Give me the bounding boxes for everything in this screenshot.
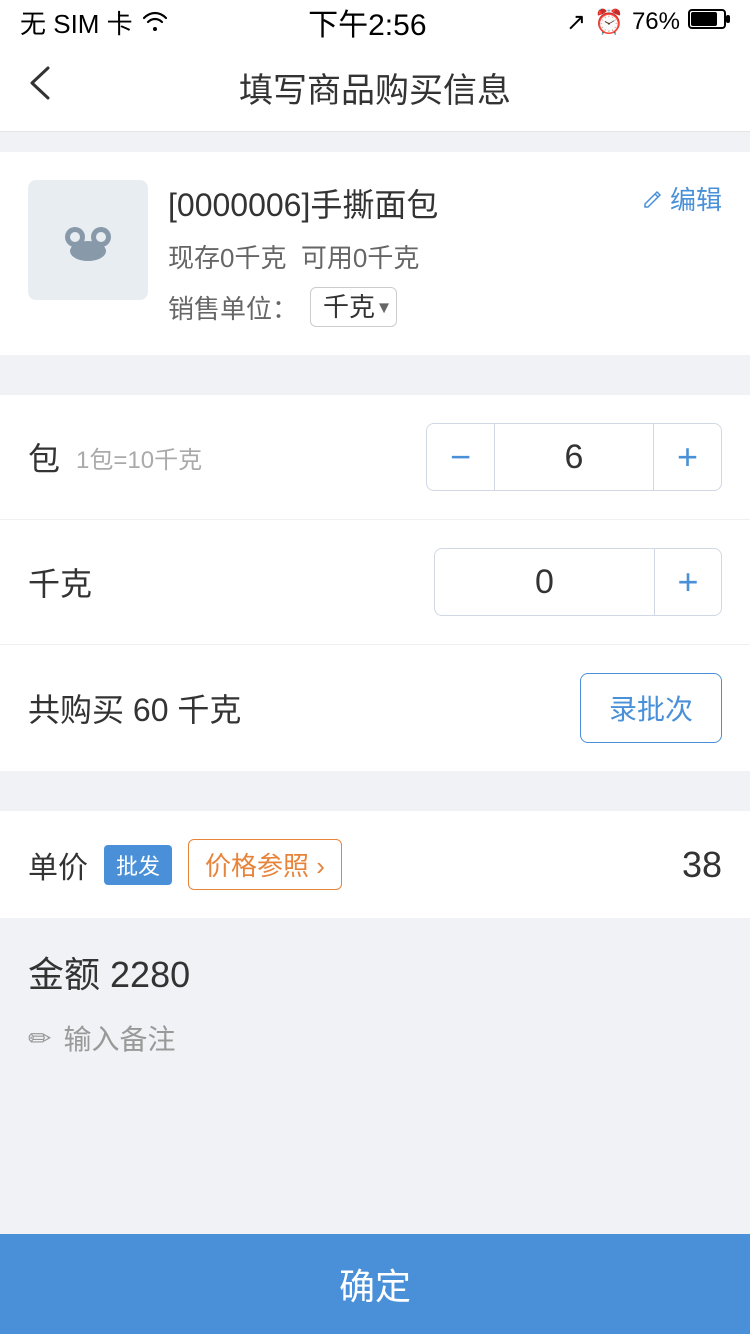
price-ref-button[interactable]: 价格参照 ›	[188, 839, 342, 890]
price-section: 单价 批发 价格参照 › 38	[0, 811, 750, 918]
total-row: 共购买 60 千克 录批次	[0, 645, 750, 771]
separator-1	[0, 355, 750, 375]
wifi-icon	[141, 7, 169, 38]
total-quantity: 60	[133, 692, 169, 728]
separator-2	[0, 771, 750, 791]
sim-label: 无 SIM 卡	[20, 4, 133, 41]
confirm-bar[interactable]: 确定	[0, 1234, 750, 1334]
quantity-row-kg: 千克 +	[0, 520, 750, 645]
amount-row: 金额 2280	[28, 946, 722, 998]
amount-section: 金额 2280 ✏ 输入备注	[0, 918, 750, 1086]
quantity-section: 包 1包=10千克 − + 千克 + 共购买 60 千克 录批次	[0, 395, 750, 771]
kg-label: 千克	[28, 559, 92, 605]
battery-icon	[688, 8, 730, 37]
total-label: 共购买 60 千克	[28, 685, 241, 731]
bao-quantity-input[interactable]	[494, 423, 654, 491]
product-unit-row: 销售单位： 千克	[168, 287, 722, 327]
price-row: 单价 批发 价格参照 › 38	[28, 839, 722, 890]
battery-label: 76%	[632, 8, 680, 36]
product-name: [0000006]手撕面包	[168, 180, 722, 226]
status-time: 下午2:56	[308, 0, 426, 44]
status-right: ↗ ⏰ 76%	[566, 8, 730, 37]
alarm-icon: ⏰	[594, 8, 624, 37]
product-stock: 现存0千克 可用0千克	[168, 238, 722, 275]
price-label: 单价	[28, 843, 88, 887]
back-button[interactable]	[28, 64, 52, 111]
price-tag: 批发	[104, 845, 172, 885]
bao-hint: 1包=10千克	[76, 440, 202, 475]
product-info: [0000006]手撕面包 现存0千克 可用0千克 销售单位： 千克	[168, 180, 722, 327]
status-left: 无 SIM 卡	[20, 4, 169, 41]
product-image	[28, 180, 148, 300]
note-icon: ✏	[28, 1022, 51, 1055]
bao-quantity-control: − +	[426, 423, 722, 491]
price-value: 38	[682, 844, 722, 886]
nav-bar: 填写商品购买信息	[0, 44, 750, 132]
note-placeholder: 输入备注	[63, 1018, 175, 1058]
bao-plus-button[interactable]: +	[654, 423, 722, 491]
page-title: 填写商品购买信息	[239, 63, 511, 112]
confirm-label: 确定	[339, 1258, 411, 1310]
unit-select-wrapper[interactable]: 千克	[310, 287, 397, 327]
product-card: [0000006]手撕面包 现存0千克 可用0千克 销售单位： 千克 编辑	[0, 152, 750, 355]
status-bar: 无 SIM 卡 下午2:56 ↗ ⏰ 76%	[0, 0, 750, 44]
unit-label: 销售单位：	[168, 289, 298, 326]
location-icon: ↗	[566, 8, 586, 37]
quantity-row-bao: 包 1包=10千克 − +	[0, 395, 750, 520]
kg-plus-button[interactable]: +	[654, 548, 722, 616]
kg-quantity-input[interactable]	[434, 548, 654, 616]
bao-minus-button[interactable]: −	[426, 423, 494, 491]
note-row[interactable]: ✏ 输入备注	[28, 1018, 722, 1058]
amount-value: 2280	[110, 954, 190, 995]
edit-button[interactable]: 编辑	[642, 180, 722, 217]
bao-label: 包 1包=10千克	[28, 434, 202, 480]
unit-select[interactable]: 千克	[310, 287, 397, 327]
kg-quantity-control: +	[434, 548, 722, 616]
record-batch-button[interactable]: 录批次	[580, 673, 722, 743]
